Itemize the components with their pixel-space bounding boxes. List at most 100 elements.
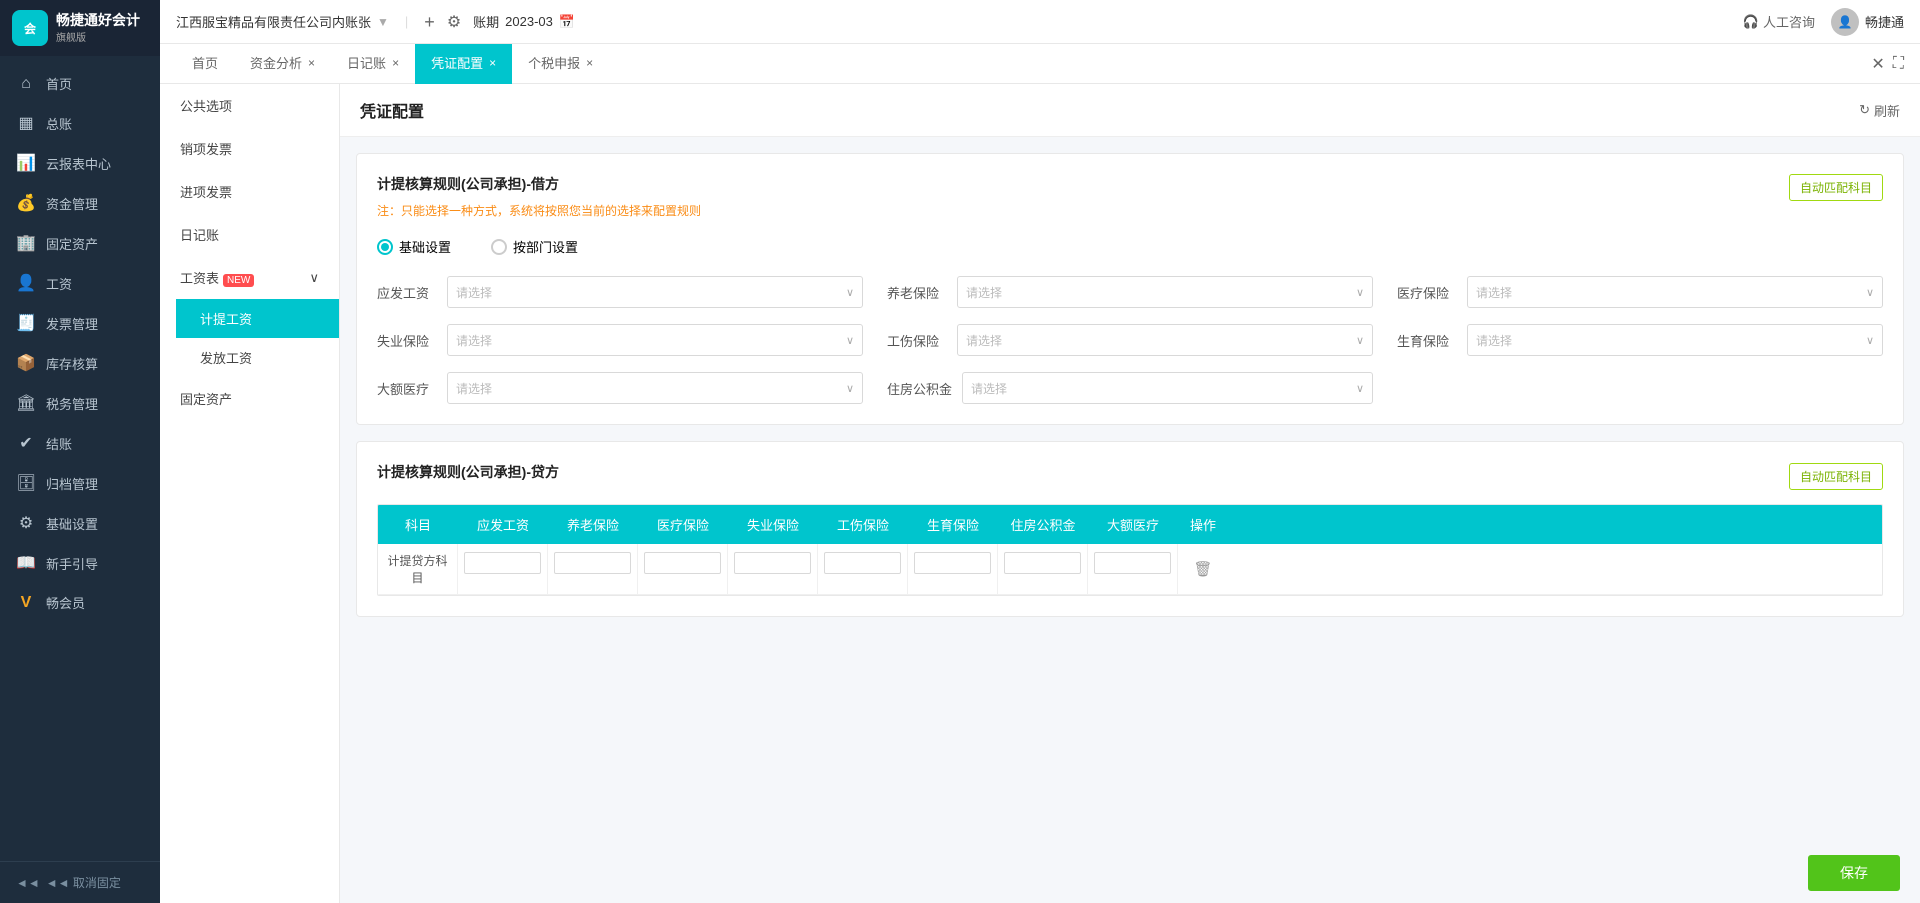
input-shengyu[interactable] <box>914 552 991 574</box>
sidebar-item-member-label: 畅会员 <box>46 593 85 612</box>
sidebar-item-assets[interactable]: 🏢 固定资产 <box>0 223 160 263</box>
col-header-action: 操作 <box>1178 505 1228 544</box>
delete-icon[interactable]: 🗑 <box>1193 560 1212 578</box>
placeholder-shengyu: 请选择 <box>1476 332 1512 349</box>
period-selector[interactable]: 账期 2023-03 📅 <box>473 12 575 31</box>
sidebar-item-reports[interactable]: 📊 云报表中心 <box>0 143 160 183</box>
input-yingfa[interactable] <box>464 552 541 574</box>
sidebar-item-salary[interactable]: 👤 工资 <box>0 263 160 303</box>
select-yanglao[interactable]: 请选择 ∨ <box>957 276 1373 308</box>
topbar: 江西服宝精品有限责任公司内账张 ▼ | + ⚙ 账期 2023-03 📅 🎧 人… <box>160 0 1920 44</box>
input-yiliao[interactable] <box>644 552 721 574</box>
cell-gjj[interactable] <box>998 544 1088 594</box>
left-menu-fixed-assets[interactable]: 固定资产 <box>160 377 339 420</box>
avatar-icon: 👤 <box>1838 15 1853 29</box>
sidebar-item-inventory[interactable]: 📦 库存核算 <box>0 343 160 383</box>
tab-journal[interactable]: 日记账 × <box>331 44 415 84</box>
cell-yanglao[interactable] <box>548 544 638 594</box>
left-menu-pay-salary[interactable]: 发放工资 <box>176 338 339 377</box>
debit-auto-match-button[interactable]: 自动匹配科目 <box>1789 174 1883 201</box>
select-shiye[interactable]: 请选择 ∨ <box>447 324 863 356</box>
left-menu-public[interactable]: 公共选项 <box>160 84 339 127</box>
sidebar-item-funds[interactable]: 💰 资金管理 <box>0 183 160 223</box>
gear-icon[interactable]: ⚙ <box>447 12 461 32</box>
period-value: 2023-03 <box>505 14 553 29</box>
select-gjj[interactable]: 请选择 ∨ <box>962 372 1373 404</box>
left-menu-journal[interactable]: 日记账 <box>160 213 339 256</box>
cell-shiye[interactable] <box>728 544 818 594</box>
sidebar-item-home[interactable]: ⌂ 首页 <box>0 64 160 103</box>
cell-shengyu[interactable] <box>908 544 998 594</box>
tab-journal-close[interactable]: × <box>392 57 399 69</box>
cell-subject-name: 计提贷方科目 <box>378 544 458 594</box>
tab-funds[interactable]: 资金分析 × <box>234 44 331 84</box>
left-menu-payroll-table[interactable]: 工资表NEW ∨ <box>160 256 339 299</box>
settings-icon: ⚙ <box>16 513 36 533</box>
company-selector[interactable]: 江西服宝精品有限责任公司内账张 ▼ <box>176 12 389 31</box>
service-button[interactable]: 🎧 人工咨询 <box>1743 12 1815 31</box>
select-shengyu[interactable]: 请选择 ∨ <box>1467 324 1883 356</box>
user-name: 畅捷通 <box>1865 12 1904 31</box>
placeholder-yanglao: 请选择 <box>966 284 1002 301</box>
input-gjj[interactable] <box>1004 552 1081 574</box>
left-menu-purchase[interactable]: 进项发票 <box>160 170 339 213</box>
cell-yingfa[interactable] <box>458 544 548 594</box>
placeholder-gjj: 请选择 <box>971 380 1007 397</box>
sidebar-nav: ⌂ 首页 ▦ 总账 📊 云报表中心 💰 资金管理 🏢 固定资产 👤 工资 🧾 发… <box>0 56 160 861</box>
save-button[interactable]: 保存 <box>1808 855 1900 891</box>
cell-yiliao[interactable] <box>638 544 728 594</box>
sidebar-item-invoice-label: 发票管理 <box>46 314 98 333</box>
tab-voucher-config[interactable]: 凭证配置 × <box>415 44 512 84</box>
input-gongshang[interactable] <box>824 552 901 574</box>
select-gongshang[interactable]: 请选择 ∨ <box>957 324 1373 356</box>
left-menu-accrual[interactable]: 计提工资 <box>176 299 339 338</box>
sidebar-item-invoice[interactable]: 🧾 发票管理 <box>0 303 160 343</box>
select-yingfa[interactable]: 请选择 ∨ <box>447 276 863 308</box>
sidebar-unpin-button[interactable]: ◄◄ ◄◄ 取消固定 <box>0 861 160 903</box>
unpin-label: ◄◄ 取消固定 <box>46 874 121 891</box>
cell-dae[interactable] <box>1088 544 1178 594</box>
sidebar-item-archive[interactable]: 🗄 归档管理 <box>0 463 160 503</box>
tab-voucher-config-close[interactable]: × <box>489 57 496 69</box>
input-dae[interactable] <box>1094 552 1171 574</box>
tab-home[interactable]: 首页 <box>176 44 234 84</box>
tab-funds-close[interactable]: × <box>308 57 315 69</box>
sidebar-item-guide[interactable]: 📖 新手引导 <box>0 543 160 583</box>
tab-tax-report-close[interactable]: × <box>586 57 593 69</box>
input-shiye[interactable] <box>734 552 811 574</box>
debit-form-grid: 应发工资 请选择 ∨ 养老保险 请选择 ∨ <box>377 276 1883 404</box>
add-company-button[interactable]: + <box>424 13 435 31</box>
payroll-table-label: 工资表NEW <box>180 268 254 287</box>
calendar-icon: 📅 <box>559 14 575 30</box>
page-header: 凭证配置 ↻ 刷新 <box>340 84 1920 137</box>
form-row-yiliao: 医疗保险 请选择 ∨ <box>1397 276 1883 308</box>
sidebar-item-ledger[interactable]: ▦ 总账 <box>0 103 160 143</box>
radio-by-dept[interactable]: 按部门设置 <box>491 237 578 256</box>
cell-gongshang[interactable] <box>818 544 908 594</box>
col-header-yiliao: 医疗保险 <box>638 505 728 544</box>
left-menu-sales[interactable]: 销项发票 <box>160 127 339 170</box>
input-yanglao[interactable] <box>554 552 631 574</box>
arrow-yanglao: ∨ <box>1356 286 1364 299</box>
radio-basic-circle <box>377 239 393 255</box>
sidebar-item-ledger-label: 总账 <box>46 114 72 133</box>
sidebar-item-settings[interactable]: ⚙ 基础设置 <box>0 503 160 543</box>
main-area: 江西服宝精品有限责任公司内账张 ▼ | + ⚙ 账期 2023-03 📅 🎧 人… <box>160 0 1920 903</box>
cell-action[interactable]: 🗑 <box>1178 544 1228 594</box>
close-tab-button[interactable]: ✕ <box>1871 54 1884 74</box>
expand-tab-button[interactable]: ⛶ <box>1893 55 1904 73</box>
refresh-button[interactable]: ↻ 刷新 <box>1859 101 1900 120</box>
guide-icon: 📖 <box>16 553 36 573</box>
sidebar-item-member[interactable]: V 畅会员 <box>0 583 160 622</box>
topbar-right: 🎧 人工咨询 👤 畅捷通 <box>1743 8 1904 36</box>
sidebar-item-inventory-label: 库存核算 <box>46 354 98 373</box>
user-menu[interactable]: 👤 畅捷通 <box>1831 8 1904 36</box>
save-bar: 保存 <box>340 843 1920 903</box>
credit-auto-match-button[interactable]: 自动匹配科目 <box>1789 463 1883 490</box>
select-yiliao[interactable]: 请选择 ∨ <box>1467 276 1883 308</box>
select-dae[interactable]: 请选择 ∨ <box>447 372 863 404</box>
sidebar-item-close[interactable]: ✔ 结账 <box>0 423 160 463</box>
radio-basic[interactable]: 基础设置 <box>377 237 451 256</box>
tab-tax-report[interactable]: 个税申报 × <box>512 44 609 84</box>
sidebar-item-tax[interactable]: 🏛 税务管理 <box>0 383 160 423</box>
